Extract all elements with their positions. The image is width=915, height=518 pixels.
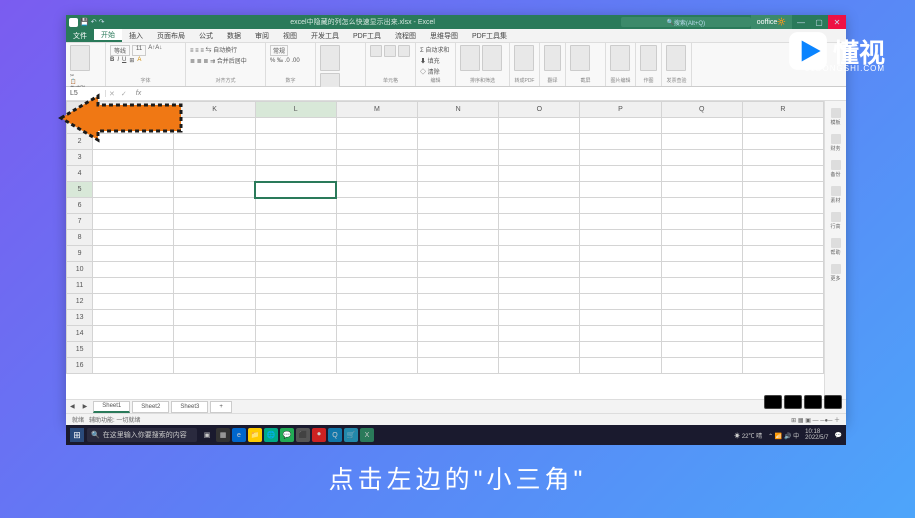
tutorial-arrow-icon [56, 93, 186, 143]
draw-button[interactable] [640, 45, 657, 71]
office-badge[interactable]: ooffice 🔆 [751, 15, 792, 29]
float-btn[interactable] [784, 395, 802, 409]
sheet-nav-next-icon[interactable]: ▶ [79, 403, 92, 410]
col-header[interactable]: M [336, 102, 417, 118]
col-header[interactable]: R [742, 102, 823, 118]
float-btn[interactable] [804, 395, 822, 409]
image-edit-button[interactable] [610, 45, 630, 71]
paste-button[interactable] [70, 45, 90, 71]
search-box[interactable]: 🔍搜索(Alt+Q) [621, 17, 751, 27]
tab-formulas[interactable]: 公式 [192, 29, 220, 42]
tab-insert[interactable]: 插入 [122, 29, 150, 42]
number-format[interactable]: 常规 [270, 45, 288, 56]
sp-template[interactable]: 模板 [828, 107, 844, 127]
cond-format-button[interactable] [320, 45, 340, 71]
sp-more[interactable]: 更多 [828, 263, 844, 283]
qat-save-icon[interactable]: 💾 [80, 18, 89, 26]
float-btn[interactable] [764, 395, 782, 409]
tab-dev[interactable]: 开发工具 [304, 29, 346, 42]
app-icon [69, 18, 78, 27]
sp-help[interactable]: 帮助 [828, 237, 844, 257]
tray-icons[interactable]: ⌃ 📶 🔊 中 [768, 431, 799, 440]
sheet-tab[interactable]: Sheet3 [171, 401, 208, 413]
font-select[interactable]: 等线 [110, 45, 130, 56]
tab-pdf[interactable]: PDF工具 [346, 29, 388, 42]
app-window: 💾 ↶ ↷ excel中隐藏的列怎么快速显示出来.xlsx - Excel 🔍搜… [66, 15, 846, 425]
float-controls [764, 395, 842, 409]
weather-widget[interactable]: ☀ 22℃ 晴 [734, 431, 762, 440]
selected-cell[interactable] [255, 182, 336, 198]
brand-logo: 懂视 51DONGSHI.COM [787, 30, 885, 72]
tab-layout[interactable]: 页面布局 [150, 29, 192, 42]
taskbar-app-icon[interactable]: 📁 [248, 428, 262, 442]
windows-taskbar: ⊞ 🔍 在这里输入你要搜索的内容 ▣ ▦ e 📁 🌐 💬 ⬛ ⏺ Q 🛒 X ☀… [66, 425, 846, 445]
col-header[interactable]: N [418, 102, 499, 118]
close-button[interactable]: ✕ [828, 15, 846, 29]
translate-button[interactable] [544, 45, 561, 71]
insert-cell-button[interactable] [370, 45, 382, 57]
sheet-tabbar: ◀ ▶ Sheet1 Sheet2 Sheet3 + [66, 399, 846, 413]
tab-mind[interactable]: 思维导图 [423, 29, 465, 42]
col-header[interactable]: P [580, 102, 661, 118]
taskbar-app-icon[interactable]: ▦ [216, 428, 230, 442]
taskbar-app-icon[interactable]: X [360, 428, 374, 442]
sheet-tab[interactable]: Sheet2 [132, 401, 169, 413]
delete-cell-button[interactable] [384, 45, 396, 57]
sheet-nav-prev-icon[interactable]: ◀ [66, 403, 79, 410]
maximize-button[interactable]: ▢ [810, 15, 828, 29]
sp-backup[interactable]: 备份 [828, 159, 844, 179]
clock[interactable]: 10:182022/5/7 [805, 429, 828, 441]
taskbar-search[interactable]: 🔍 在这里输入你要搜索的内容 [87, 428, 197, 442]
start-button[interactable]: ⊞ [70, 428, 84, 442]
side-panel: 模板 财务 备份 素材 行高 帮助 更多 [824, 101, 846, 399]
taskbar-app-icon[interactable]: Q [328, 428, 342, 442]
qat-undo-icon[interactable]: ↶ [91, 18, 97, 26]
tab-data[interactable]: 数据 [220, 29, 248, 42]
minimize-button[interactable]: — [792, 15, 810, 29]
tab-flow[interactable]: 流程图 [388, 29, 423, 42]
tab-home[interactable]: 开始 [94, 29, 122, 42]
menubar: 文件 开始 插入 页面布局 公式 数据 审阅 视图 开发工具 PDF工具 流程图… [66, 29, 846, 43]
float-btn[interactable] [824, 395, 842, 409]
invoice-button[interactable] [666, 45, 686, 71]
add-sheet-button[interactable]: + [210, 401, 232, 413]
window-title: excel中隐藏的列怎么快速显示出来.xlsx - Excel [104, 17, 620, 27]
sp-rowheight[interactable]: 行高 [828, 211, 844, 231]
taskbar-app-icon[interactable]: e [232, 428, 246, 442]
col-header[interactable]: O [499, 102, 580, 118]
tab-file[interactable]: 文件 [66, 29, 94, 42]
taskbar-app-icon[interactable]: 💬 [280, 428, 294, 442]
pdf-button[interactable] [514, 45, 534, 71]
sp-finance[interactable]: 财务 [828, 133, 844, 153]
ribbon: ✂📋格式刷剪贴板 等线11A↑A↓BIU⊞A字体 ≡ ≡ ≡ ⇆ 自动换行≣ ≣… [66, 43, 846, 87]
task-view-icon[interactable]: ▣ [200, 428, 214, 442]
sheet-tab[interactable]: Sheet1 [93, 401, 130, 413]
taskbar-app-icon[interactable]: ⬛ [296, 428, 310, 442]
taskbar-app-icon[interactable]: ⏺ [312, 428, 326, 442]
find-button[interactable] [482, 45, 502, 71]
tab-view[interactable]: 视图 [276, 29, 304, 42]
sort-button[interactable] [460, 45, 480, 71]
col-header[interactable]: Q [661, 102, 742, 118]
notification-icon[interactable]: 💬 [835, 432, 842, 439]
screenshot-button[interactable] [570, 45, 590, 71]
titlebar: 💾 ↶ ↷ excel中隐藏的列怎么快速显示出来.xlsx - Excel 🔍搜… [66, 15, 846, 29]
tutorial-caption: 点击左边的"小三角" [0, 460, 915, 496]
statusbar: 就绪 辅助功能: 一切就绪 ⊞ ▦ ▣ — ─●─ ＋ [66, 413, 846, 425]
format-cell-button[interactable] [398, 45, 410, 57]
taskbar-app-icon[interactable]: 🌐 [264, 428, 278, 442]
tab-pdfset[interactable]: PDF工具集 [465, 29, 514, 42]
tab-review[interactable]: 审阅 [248, 29, 276, 42]
taskbar-app-icon[interactable]: 🛒 [344, 428, 358, 442]
zoom-controls[interactable]: ⊞ ▦ ▣ — ─●─ ＋ [791, 415, 840, 424]
col-header[interactable]: L [255, 102, 336, 118]
size-select[interactable]: 11 [132, 45, 146, 56]
col-header[interactable]: K [174, 102, 255, 118]
sp-material[interactable]: 素材 [828, 185, 844, 205]
